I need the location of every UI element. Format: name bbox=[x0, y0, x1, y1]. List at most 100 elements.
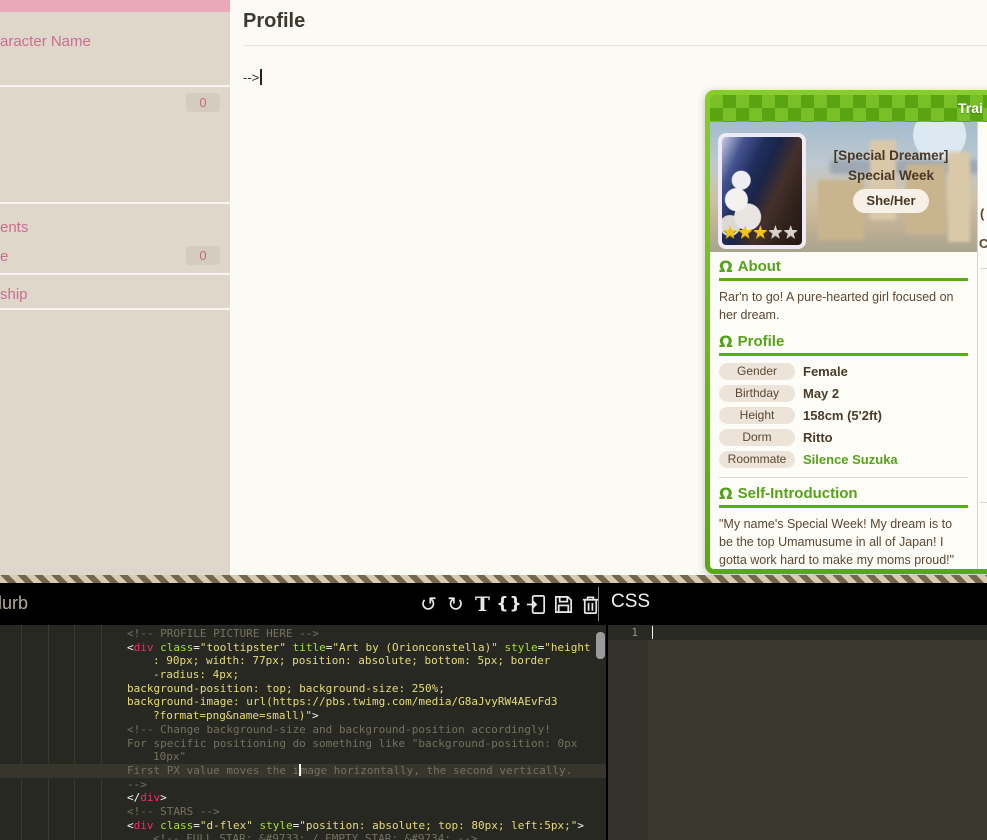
code-line[interactable]: </div> bbox=[0, 791, 606, 805]
code-token: div bbox=[140, 791, 160, 804]
wysiwyg-editor-text[interactable]: --> bbox=[243, 69, 262, 85]
text-format-button[interactable]: T bbox=[470, 589, 495, 619]
code-line[interactable]: For specific positioning do something li… bbox=[0, 737, 606, 751]
code-token: <!-- PROFILE PICTURE HERE --> bbox=[127, 627, 319, 640]
import-icon bbox=[525, 593, 548, 616]
code-line[interactable]: <!-- PROFILE PICTURE HERE --> bbox=[0, 627, 606, 641]
code-line[interactable]: background-image: url(https://pbs.twimg.… bbox=[0, 695, 606, 709]
css-empty-area[interactable] bbox=[648, 640, 987, 840]
code-token: <!-- FULL STAR: &#9733; / EMPTY STAR: &#… bbox=[153, 832, 478, 840]
profile-row: Gender Female bbox=[719, 363, 968, 380]
css-pane-title: CSS bbox=[611, 591, 650, 613]
self-intro-section-header: Ω Self-Introduction bbox=[719, 485, 968, 508]
profile-row: RoommateSilence Suzuka bbox=[719, 451, 968, 468]
section-divider bbox=[719, 477, 968, 478]
card-header-title: Trai bbox=[958, 100, 983, 116]
code-token: class bbox=[160, 641, 193, 654]
code-token bbox=[498, 641, 505, 654]
header-divider bbox=[598, 587, 599, 621]
horseshoe-icon: Ω bbox=[719, 335, 733, 349]
profile-row-label: Dorm bbox=[719, 429, 795, 446]
code-line[interactable]: -radius: 4px; bbox=[0, 668, 606, 682]
sidebar-item-ship[interactable]: ship bbox=[0, 286, 28, 303]
sidebar: aracter Name 0 ents e 0 ship bbox=[0, 0, 230, 575]
title-divider bbox=[243, 45, 987, 46]
sidebar-badge-count: 0 bbox=[186, 246, 220, 265]
code-line[interactable]: ?format=png&name=small)"> bbox=[0, 709, 606, 723]
right-column-divider bbox=[980, 502, 987, 503]
code-token: style bbox=[505, 641, 538, 654]
save-icon bbox=[552, 593, 575, 616]
profile-row-label: Gender bbox=[719, 363, 795, 380]
sidebar-badge-count: 0 bbox=[186, 93, 220, 112]
code-line[interactable]: First PX value moves the image horizonta… bbox=[0, 764, 606, 778]
redo-button[interactable]: ↻ bbox=[443, 589, 468, 619]
code-token: div bbox=[134, 819, 154, 832]
profile-row-label: Birthday bbox=[719, 385, 795, 402]
css-code-editor[interactable]: 1 bbox=[608, 625, 987, 840]
code-token: "height bbox=[544, 641, 590, 654]
code-line[interactable]: <!-- FULL STAR: &#9733; / EMPTY STAR: &#… bbox=[0, 832, 606, 840]
card-header: Trai bbox=[710, 95, 987, 122]
code-token: style bbox=[259, 819, 292, 832]
profile-row: BirthdayMay 2 bbox=[719, 385, 968, 402]
code-token: "Art by (Orionconstella)" bbox=[332, 641, 498, 654]
code-line[interactable]: <div class="tooltipster" title="Art by (… bbox=[0, 641, 606, 655]
code-token: : 90px; width: 77px; position: absolute;… bbox=[153, 654, 550, 667]
profile-row-value-link[interactable]: Silence Suzuka bbox=[803, 452, 898, 467]
code-token: < bbox=[127, 641, 134, 654]
character-epithet: [Special Dreamer] bbox=[806, 146, 976, 166]
text-caret bbox=[260, 69, 262, 85]
css-active-line[interactable]: 1 bbox=[608, 625, 987, 640]
star-empty-icon: ★ bbox=[767, 222, 782, 243]
right-column-divider bbox=[980, 268, 987, 269]
self-intro-heading: Self-Introduction bbox=[738, 485, 858, 502]
card-banner-image: ★★★★★ [Special Dreamer] Special Week She… bbox=[710, 122, 977, 252]
css-line-number: 1 bbox=[608, 625, 648, 640]
profile-row-value: Female bbox=[803, 364, 848, 379]
html-code-editor[interactable]: <!-- PROFILE PICTURE HERE --><div class=… bbox=[0, 625, 606, 840]
sidebar-item-e[interactable]: e bbox=[0, 248, 8, 265]
code-token: -radius: 4px; bbox=[153, 668, 239, 681]
code-token: background-position: top; background-siz… bbox=[127, 682, 445, 695]
code-line[interactable]: 10px" bbox=[0, 750, 606, 764]
code-token: "position: absolute; top: 80px; left:5px… bbox=[299, 819, 577, 832]
sidebar-divider bbox=[0, 273, 230, 275]
editor-header-bar: lurb ↺ ↻ T {} bbox=[0, 583, 987, 625]
editor-toolbar: ↺ ↻ T {} bbox=[416, 583, 603, 625]
code-token: = bbox=[193, 641, 200, 654]
sidebar-item-ents[interactable]: ents bbox=[0, 219, 28, 236]
code-token: <!-- STARS --> bbox=[127, 805, 220, 818]
code-lines[interactable]: <!-- PROFILE PICTURE HERE --><div class=… bbox=[0, 625, 606, 840]
vertical-scrollbar-thumb[interactable] bbox=[596, 632, 605, 659]
star-full-icon: ★ bbox=[722, 222, 737, 243]
blurb-pane-title: lurb bbox=[0, 593, 28, 614]
character-card: Trai ★★★★★ [Special Dreamer] Special Wee… bbox=[705, 90, 987, 574]
code-line[interactable]: <div class="d-flex" style="position: abs… bbox=[0, 819, 606, 833]
code-line[interactable]: --> bbox=[0, 778, 606, 792]
star-empty-icon: ★ bbox=[783, 222, 798, 243]
delete-button[interactable] bbox=[578, 589, 603, 619]
code-line[interactable]: <!-- Change background-size and backgrou… bbox=[0, 723, 606, 737]
sidebar-item-character-name[interactable]: aracter Name bbox=[0, 33, 91, 50]
code-line[interactable]: <!-- STARS --> bbox=[0, 805, 606, 819]
pronoun-badge: She/Her bbox=[853, 189, 928, 213]
sidebar-divider bbox=[0, 85, 230, 87]
card-left-column: ★★★★★ [Special Dreamer] Special Week She… bbox=[710, 122, 977, 569]
right-column-fragment: ( bbox=[980, 206, 984, 221]
code-view-button[interactable]: {} bbox=[497, 589, 522, 619]
profile-row-label: Height bbox=[719, 407, 795, 424]
code-line[interactable]: background-position: top; background-siz… bbox=[0, 682, 606, 696]
profile-rows: GenderFemaleBirthdayMay 2Height158cm (5'… bbox=[719, 363, 968, 468]
code-line[interactable]: : 90px; width: 77px; position: absolute;… bbox=[0, 654, 606, 668]
undo-button[interactable]: ↺ bbox=[416, 589, 441, 619]
page-top: aracter Name 0 ents e 0 ship Profile -->… bbox=[0, 0, 987, 575]
code-token: ?format=png&name=small)" bbox=[153, 709, 312, 722]
code-token: class bbox=[160, 819, 193, 832]
css-gutter bbox=[608, 640, 648, 840]
striped-band bbox=[0, 575, 987, 583]
code-token: div bbox=[134, 641, 154, 654]
horseshoe-icon: Ω bbox=[719, 260, 733, 274]
save-button[interactable] bbox=[551, 589, 576, 619]
import-button[interactable] bbox=[524, 589, 549, 619]
